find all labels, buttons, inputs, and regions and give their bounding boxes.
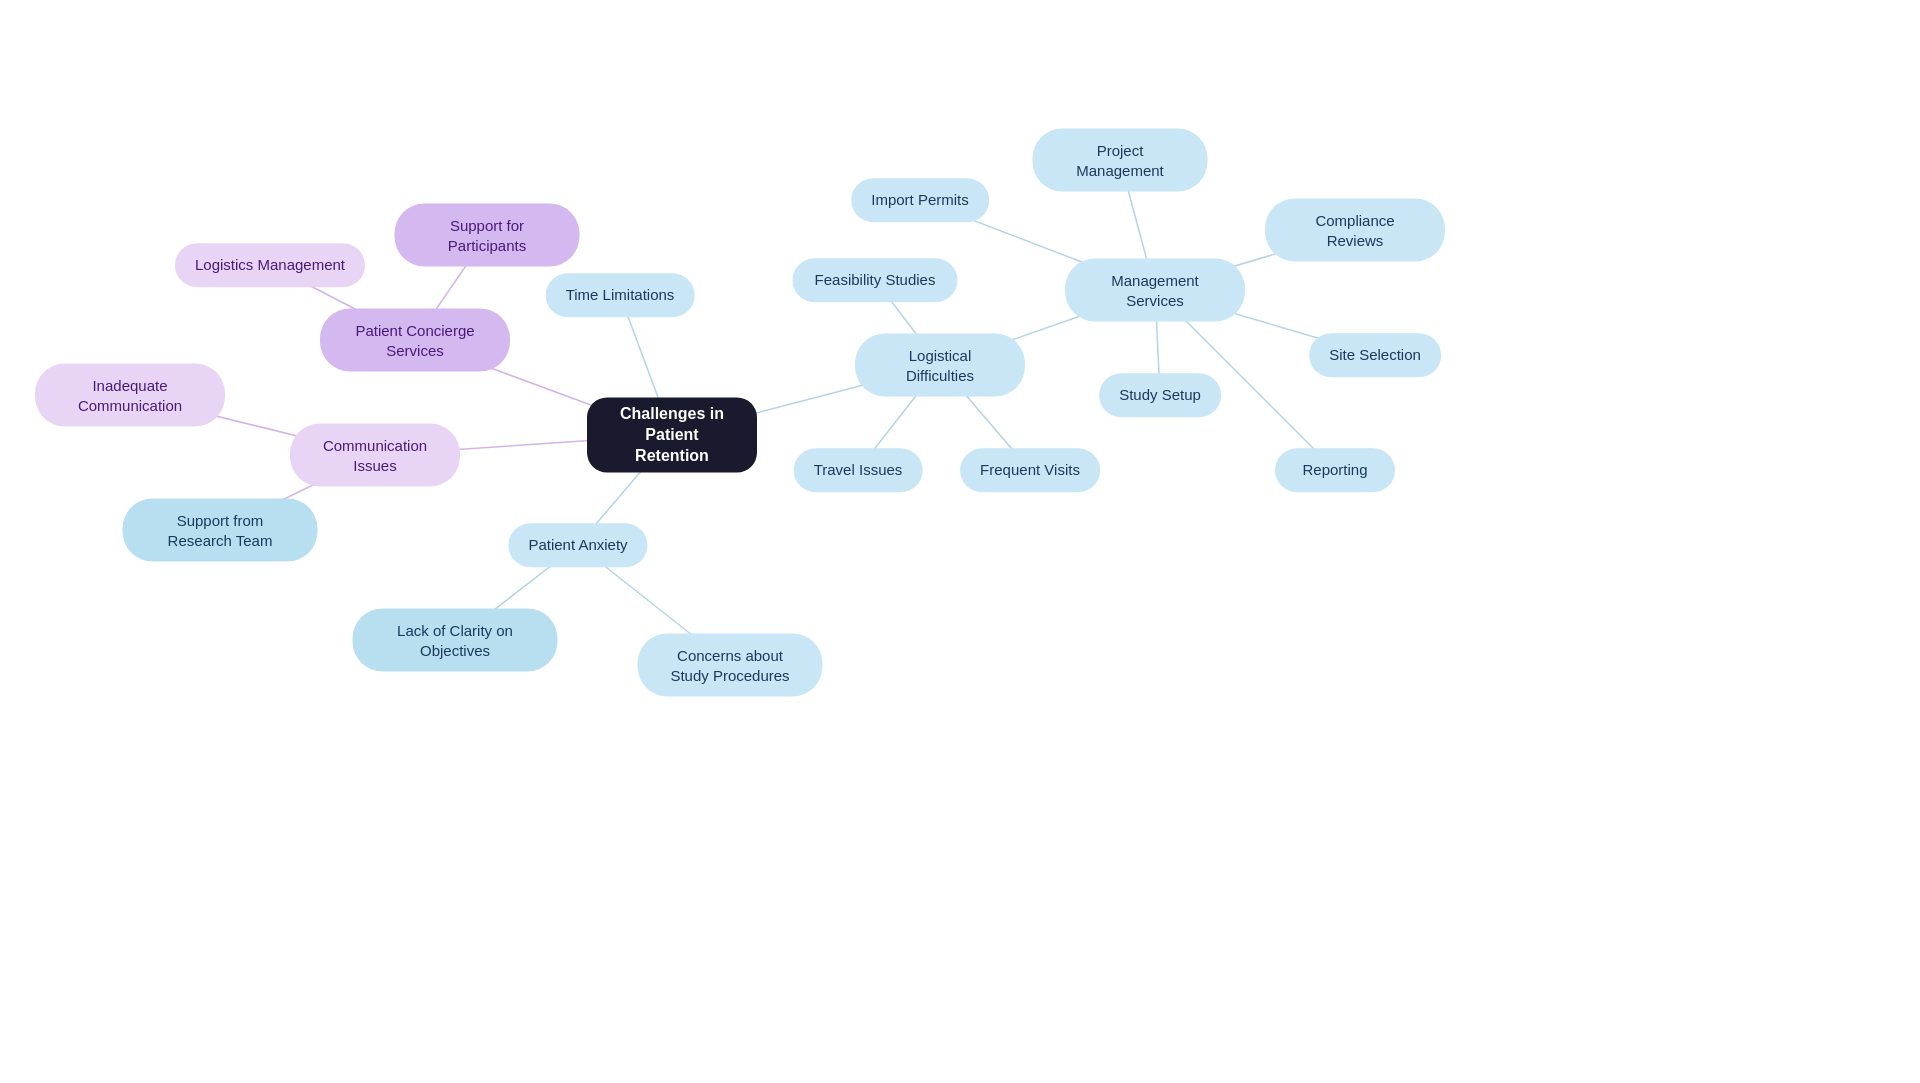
- site-selection-node: Site Selection: [1309, 333, 1441, 377]
- patient-concierge-node: Patient Concierge Services: [320, 309, 510, 372]
- inadequate-communication-node: Inadequate Communication: [35, 364, 225, 427]
- travel-issues-node: Travel Issues: [794, 448, 923, 492]
- logistical-difficulties-node: Logistical Difficulties: [855, 334, 1025, 397]
- feasibility-studies-node: Feasibility Studies: [793, 258, 958, 302]
- support-participants-node: Support for Participants: [395, 204, 580, 267]
- compliance-reviews-node: Compliance Reviews: [1265, 199, 1445, 262]
- communication-issues-node: Communication Issues: [290, 424, 460, 487]
- import-permits-node: Import Permits: [851, 178, 989, 222]
- project-management-node: Project Management: [1033, 129, 1208, 192]
- concerns-study-node: Concerns about Study Procedures: [638, 634, 823, 697]
- mind-map: Challenges in Patient Retention Time Limi…: [0, 0, 1920, 1083]
- center-node: Challenges in Patient Retention: [587, 398, 757, 473]
- patient-anxiety-node: Patient Anxiety: [508, 523, 647, 567]
- study-setup-node: Study Setup: [1099, 373, 1221, 417]
- lack-clarity-node: Lack of Clarity on Objectives: [353, 609, 558, 672]
- frequent-visits-node: Frequent Visits: [960, 448, 1100, 492]
- logistics-management-node: Logistics Management: [175, 243, 365, 287]
- reporting-node: Reporting: [1275, 448, 1395, 492]
- management-services-node: Management Services: [1065, 259, 1245, 322]
- time-limitations-node: Time Limitations: [546, 273, 695, 317]
- support-research-team-node: Support from Research Team: [123, 499, 318, 562]
